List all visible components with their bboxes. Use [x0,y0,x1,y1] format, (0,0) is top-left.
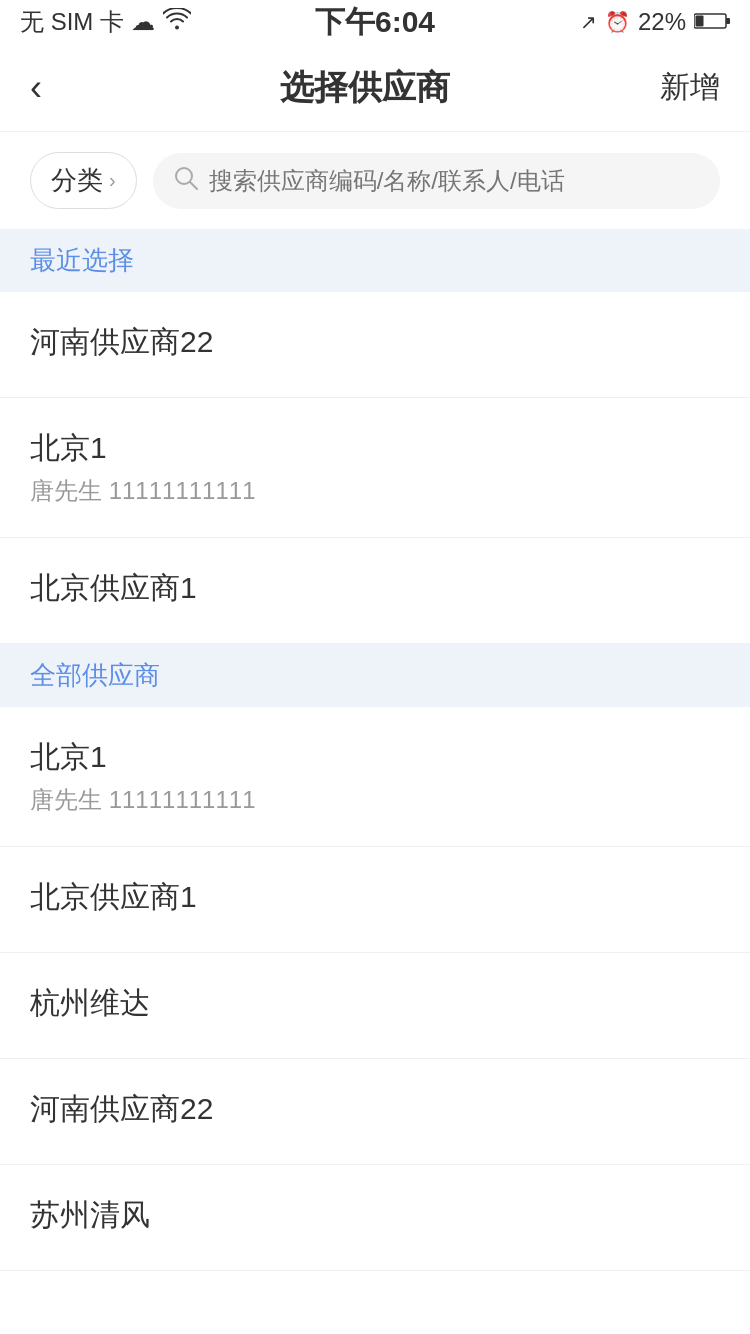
status-bar-right: ↗ ⏰ 22% [580,8,730,36]
list-item[interactable]: 北京供应商1 [0,538,750,644]
category-label: 分类 [51,163,103,198]
search-input[interactable] [209,167,700,195]
item-name: 杭州维达 [30,983,720,1024]
item-name: 北京1 [30,737,720,778]
category-filter-button[interactable]: 分类 › [30,152,137,209]
svg-rect-2 [726,18,730,24]
battery-percent: 22% [638,8,686,36]
battery-icon [694,8,730,36]
chevron-icon: › [109,169,116,192]
list-item[interactable]: 河南供应商22 [0,1059,750,1165]
filter-bar: 分类 › [0,132,750,229]
list-item[interactable]: 苏州清风 [0,1165,750,1271]
location-icon: ↗ [580,10,597,34]
no-sim-label: 无 SIM 卡 ☁ [20,6,155,38]
item-name: 河南供应商22 [30,1089,720,1130]
back-button[interactable]: ‹ [30,67,90,109]
nav-bar: ‹ 选择供应商 新增 [0,44,750,132]
all-section-label: 全部供应商 [30,660,160,690]
svg-rect-1 [696,16,704,27]
page-title: 选择供应商 [280,65,450,111]
search-box [153,153,720,209]
new-button[interactable]: 新增 [640,67,720,108]
recent-items-list: 河南供应商22 北京1 唐先生 11111111111 北京供应商1 [0,292,750,644]
all-section-header: 全部供应商 [0,644,750,707]
item-detail: 唐先生 11111111111 [30,475,720,507]
item-detail: 唐先生 11111111111 [30,784,720,816]
list-item[interactable]: 北京1 唐先生 11111111111 [0,707,750,847]
list-item[interactable]: 杭州维达 [0,953,750,1059]
all-items-list: 北京1 唐先生 11111111111 北京供应商1 杭州维达河南供应商22 苏州清风 [0,707,750,1271]
item-name: 河南供应商22 [30,322,720,363]
wifi-icon [163,8,191,36]
item-name: 苏州清风 [30,1195,720,1236]
status-bar: 无 SIM 卡 ☁ 下午6:04 ↗ ⏰ 22% [0,0,750,44]
recent-section-header: 最近选择 [0,229,750,292]
search-icon [173,165,199,197]
item-name: 北京供应商1 [30,877,720,918]
status-bar-left: 无 SIM 卡 ☁ [20,6,191,38]
alarm-icon: ⏰ [605,10,630,34]
svg-line-4 [190,182,197,189]
list-item[interactable]: 北京供应商1 [0,847,750,953]
list-item[interactable]: 河南供应商22 [0,292,750,398]
recent-section-label: 最近选择 [30,245,134,275]
item-name: 北京1 [30,428,720,469]
item-name: 北京供应商1 [30,568,720,609]
status-bar-time: 下午6:04 [315,2,435,43]
list-item[interactable]: 北京1 唐先生 11111111111 [0,398,750,538]
